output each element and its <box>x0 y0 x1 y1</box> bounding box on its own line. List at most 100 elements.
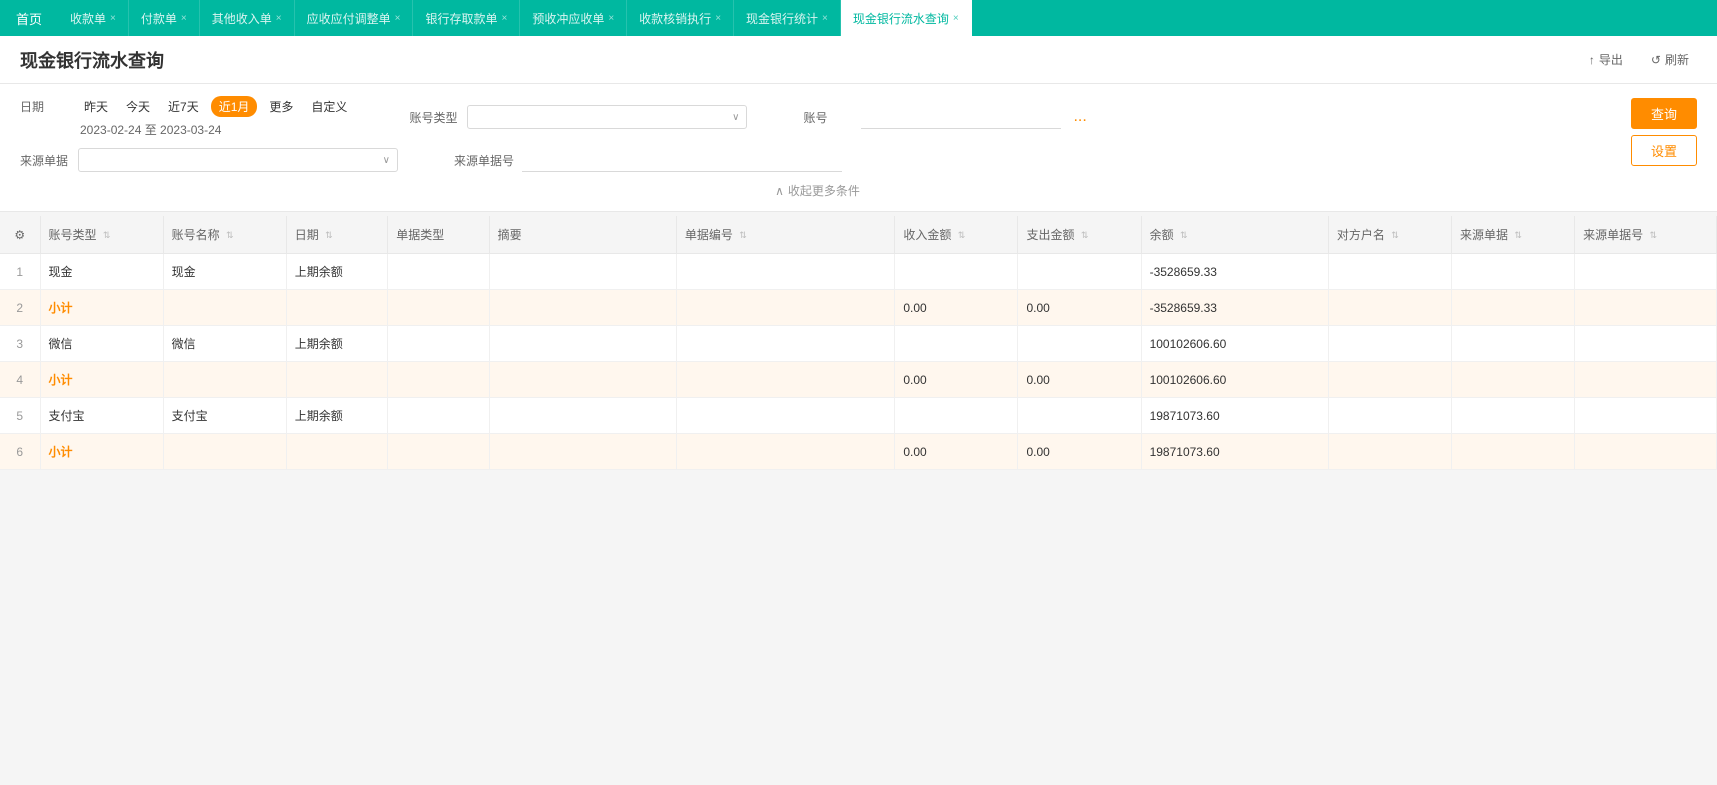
row-doc-type <box>388 254 489 290</box>
row-counterpart <box>1328 290 1451 326</box>
row-source-doc <box>1451 398 1574 434</box>
table-row: 5 支付宝 支付宝 上期余额 19871073.60 <box>0 398 1717 434</box>
nav-tab-6[interactable]: 收款核销执行 × <box>627 0 734 36</box>
row-expense: 0.00 <box>1018 362 1141 398</box>
row-counterpart <box>1328 434 1451 470</box>
table-row: 3 微信 微信 上期余额 100102606.60 <box>0 326 1717 362</box>
col-account-type[interactable]: 账号类型 ⇅ <box>40 216 163 254</box>
date-more[interactable]: 更多 <box>263 96 299 117</box>
row-doc-type <box>388 362 489 398</box>
row-income: 0.00 <box>895 290 1018 326</box>
nav-tab-5[interactable]: 预收冲应收单 × <box>520 0 627 36</box>
row-expense <box>1018 398 1141 434</box>
row-account-type: 小计 <box>40 362 163 398</box>
dots-button[interactable]: ... <box>1073 108 1086 126</box>
row-account-type: 微信 <box>40 326 163 362</box>
row-date: 上期余额 <box>286 326 387 362</box>
col-summary[interactable]: 摘要 <box>489 216 676 254</box>
export-button[interactable]: ↑ 导出 <box>1581 47 1631 72</box>
collapse-button[interactable]: ∧ 收起更多条件 <box>775 182 860 199</box>
row-income <box>895 254 1018 290</box>
nav-tab-7[interactable]: 现金银行统计 × <box>734 0 841 36</box>
close-icon[interactable]: × <box>181 13 187 24</box>
row-summary <box>489 434 676 470</box>
filter-actions: 查询 设置 <box>1631 96 1697 166</box>
row-account-name <box>163 362 286 398</box>
row-date: 上期余额 <box>286 398 387 434</box>
nav-tab-3[interactable]: 应收应付调整单 × <box>295 0 414 36</box>
table-row: 4 小计 0.00 0.00 100102606.60 <box>0 362 1717 398</box>
date-yesterday[interactable]: 昨天 <box>78 96 114 117</box>
collapse-icon: ∧ <box>775 184 784 198</box>
date-custom[interactable]: 自定义 <box>305 96 353 117</box>
sort-icon: ⇅ <box>739 230 747 241</box>
filter-row-2: 来源单据 ∨ 来源单据号 <box>20 148 1615 172</box>
row-balance: -3528659.33 <box>1141 254 1328 290</box>
col-doc-type[interactable]: 单据类型 <box>388 216 489 254</box>
row-income: 0.00 <box>895 434 1018 470</box>
account-type-select[interactable] <box>467 105 747 129</box>
data-table: ⚙ 账号类型 ⇅ 账号名称 ⇅ 日期 ⇅ 单据类型 摘要 <box>0 216 1717 470</box>
col-counterpart[interactable]: 对方户名 ⇅ <box>1328 216 1451 254</box>
close-icon[interactable]: × <box>953 13 959 24</box>
close-icon[interactable]: × <box>822 13 828 24</box>
filter-row-1: 日期 昨天 今天 近7天 近1月 更多 自定义 2023-02-24 至 202… <box>20 96 1615 138</box>
close-icon[interactable]: × <box>395 13 401 24</box>
row-income <box>895 326 1018 362</box>
row-summary <box>489 398 676 434</box>
row-income <box>895 398 1018 434</box>
source-doc-select[interactable] <box>78 148 398 172</box>
nav-tab-0[interactable]: 收款单 × <box>58 0 129 36</box>
date-7days[interactable]: 近7天 <box>162 96 205 117</box>
account-type-select-wrapper: ∨ <box>467 105 747 129</box>
col-source-doc-no[interactable]: 来源单据号 ⇅ <box>1575 216 1717 254</box>
close-icon[interactable]: × <box>501 13 507 24</box>
nav-tab-4[interactable]: 银行存取款单 × <box>413 0 520 36</box>
query-button[interactable]: 查询 <box>1631 98 1697 129</box>
table-row: 1 现金 现金 上期余额 -3528659.33 <box>0 254 1717 290</box>
date-today[interactable]: 今天 <box>120 96 156 117</box>
source-doc-no-input[interactable] <box>522 149 842 172</box>
row-source-doc-no <box>1575 326 1717 362</box>
row-source-doc <box>1451 254 1574 290</box>
row-num: 1 <box>0 254 40 290</box>
table-row: 6 小计 0.00 0.00 19871073.60 <box>0 434 1717 470</box>
row-income: 0.00 <box>895 362 1018 398</box>
col-income[interactable]: 收入金额 ⇅ <box>895 216 1018 254</box>
col-doc-no[interactable]: 单据编号 ⇅ <box>676 216 894 254</box>
row-account-type: 支付宝 <box>40 398 163 434</box>
row-summary <box>489 254 676 290</box>
header-actions: ↑ 导出 ↺ 刷新 <box>1581 47 1697 72</box>
nav-home[interactable]: 首页 <box>0 0 58 36</box>
col-balance[interactable]: 余额 ⇅ <box>1141 216 1328 254</box>
col-settings[interactable]: ⚙ <box>0 216 40 254</box>
col-account-name[interactable]: 账号名称 ⇅ <box>163 216 286 254</box>
row-source-doc-no <box>1575 398 1717 434</box>
col-date[interactable]: 日期 ⇅ <box>286 216 387 254</box>
row-account-type: 小计 <box>40 290 163 326</box>
close-icon[interactable]: × <box>110 13 116 24</box>
settings-button[interactable]: 设置 <box>1631 135 1697 166</box>
row-summary <box>489 290 676 326</box>
nav-tab-8[interactable]: 现金银行流水查询 × <box>841 0 972 36</box>
col-expense[interactable]: 支出金额 ⇅ <box>1018 216 1141 254</box>
row-balance: 19871073.60 <box>1141 398 1328 434</box>
col-source-doc[interactable]: 来源单据 ⇅ <box>1451 216 1574 254</box>
close-icon[interactable]: × <box>276 13 282 24</box>
row-doc-no <box>676 434 894 470</box>
nav-tab-1[interactable]: 付款单 × <box>129 0 200 36</box>
nav-tab-2[interactable]: 其他收入单 × <box>200 0 295 36</box>
close-icon[interactable]: × <box>608 13 614 24</box>
sort-icon: ⇅ <box>1514 230 1522 241</box>
refresh-button[interactable]: ↺ 刷新 <box>1643 47 1697 72</box>
sort-icon: ⇅ <box>958 230 966 241</box>
account-input[interactable] <box>861 106 1061 129</box>
close-icon[interactable]: × <box>715 13 721 24</box>
sort-icon: ⇅ <box>325 230 333 241</box>
source-doc-select-wrapper: ∨ <box>78 148 398 172</box>
row-doc-type <box>388 434 489 470</box>
date-1month[interactable]: 近1月 <box>211 96 258 117</box>
row-doc-type <box>388 290 489 326</box>
source-doc-no-label: 来源单据号 <box>454 152 514 169</box>
row-summary <box>489 326 676 362</box>
